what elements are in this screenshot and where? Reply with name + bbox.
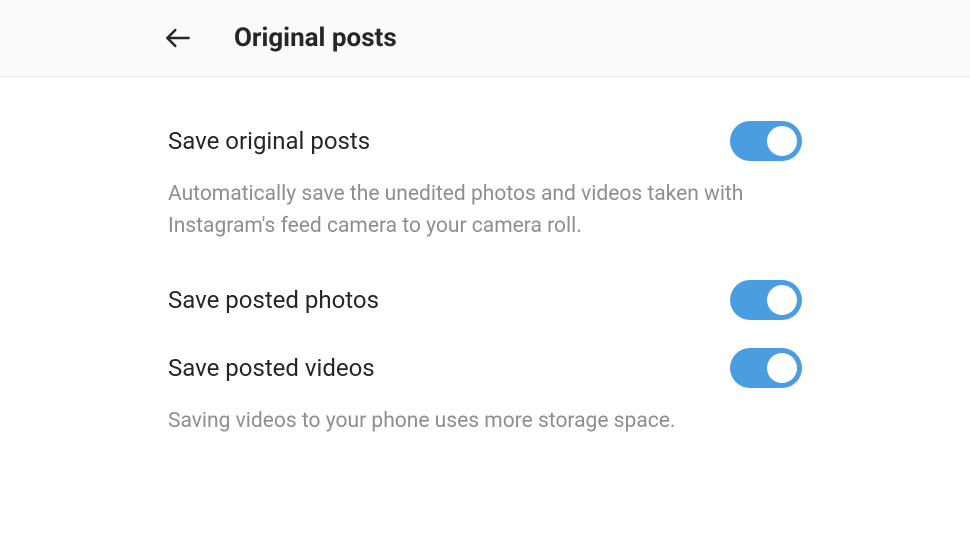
- toggle-knob: [767, 353, 797, 383]
- back-button[interactable]: [162, 22, 194, 54]
- back-arrow-icon: [162, 22, 194, 54]
- setting-row-save-posted-photos: Save posted photos: [168, 266, 802, 334]
- page-title: Original posts: [234, 23, 397, 53]
- toggle-knob: [767, 285, 797, 315]
- toggle-save-original-posts[interactable]: [730, 121, 802, 161]
- toggle-knob: [767, 126, 797, 156]
- settings-content: Save original posts Automatically save t…: [0, 77, 970, 462]
- toggle-save-posted-videos[interactable]: [730, 348, 802, 388]
- setting-row-save-original-posts: Save original posts: [168, 107, 802, 175]
- setting-label: Save posted photos: [168, 286, 379, 314]
- setting-row-save-posted-videos: Save posted videos: [168, 334, 802, 402]
- toggle-save-posted-photos[interactable]: [730, 280, 802, 320]
- setting-description: Saving videos to your phone uses more st…: [168, 402, 748, 462]
- header-bar: Original posts: [0, 0, 970, 77]
- setting-description: Automatically save the unedited photos a…: [168, 175, 748, 266]
- setting-label: Save posted videos: [168, 354, 375, 382]
- setting-label: Save original posts: [168, 127, 370, 155]
